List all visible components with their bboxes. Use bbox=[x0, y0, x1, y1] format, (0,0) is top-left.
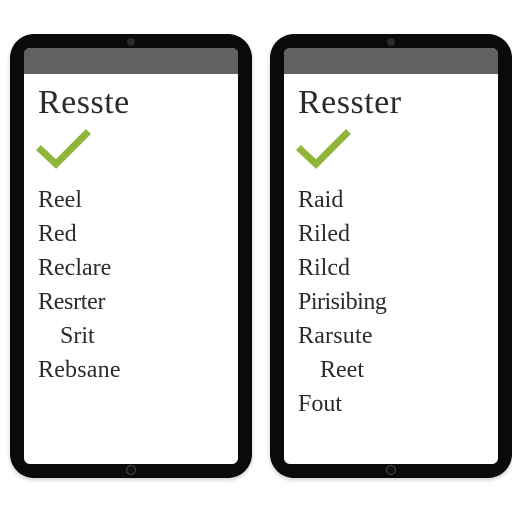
list-item: Raid bbox=[298, 185, 486, 215]
tablet-left-content: Resste Reel Red Reclare Resrter Srit Reb… bbox=[24, 74, 238, 391]
tablet-right-list: Raid Riled Rilcd Pirisibing Rarsute Reet… bbox=[298, 185, 486, 419]
list-item: Rebsane bbox=[38, 355, 226, 385]
list-item: Pirisibing bbox=[298, 287, 486, 317]
list-item: Srit bbox=[38, 321, 226, 351]
list-item: Resrter bbox=[38, 287, 226, 317]
list-item: Fout bbox=[298, 389, 486, 419]
tablet-left-list: Reel Red Reclare Resrter Srit Rebsane bbox=[38, 185, 226, 385]
tablet-right-heading: Resster bbox=[298, 84, 486, 122]
camera-dot bbox=[127, 38, 135, 46]
list-item: Red bbox=[38, 219, 226, 249]
list-item: Reclare bbox=[38, 253, 226, 283]
tablet-comparison: Resste Reel Red Reclare Resrter Srit Reb… bbox=[0, 0, 512, 512]
checkmark-icon bbox=[296, 128, 486, 177]
list-item: Reet bbox=[298, 355, 486, 385]
checkmark-icon bbox=[36, 128, 226, 177]
tablet-right-screen: Resster Raid Riled Rilcd Pirisibing Rars… bbox=[284, 48, 498, 464]
list-item: Riled bbox=[298, 219, 486, 249]
tablet-right-content: Resster Raid Riled Rilcd Pirisibing Rars… bbox=[284, 74, 498, 425]
tablet-left: Resste Reel Red Reclare Resrter Srit Reb… bbox=[10, 34, 252, 478]
tablet-left-screen: Resste Reel Red Reclare Resrter Srit Reb… bbox=[24, 48, 238, 464]
status-bar bbox=[24, 48, 238, 74]
list-item: Rilcd bbox=[298, 253, 486, 283]
home-button[interactable] bbox=[126, 465, 136, 475]
list-item: Rarsute bbox=[298, 321, 486, 351]
tablet-right: Resster Raid Riled Rilcd Pirisibing Rars… bbox=[270, 34, 512, 478]
list-item: Reel bbox=[38, 185, 226, 215]
tablet-left-heading: Resste bbox=[38, 84, 226, 122]
status-bar bbox=[284, 48, 498, 74]
home-button[interactable] bbox=[386, 465, 396, 475]
camera-dot bbox=[387, 38, 395, 46]
